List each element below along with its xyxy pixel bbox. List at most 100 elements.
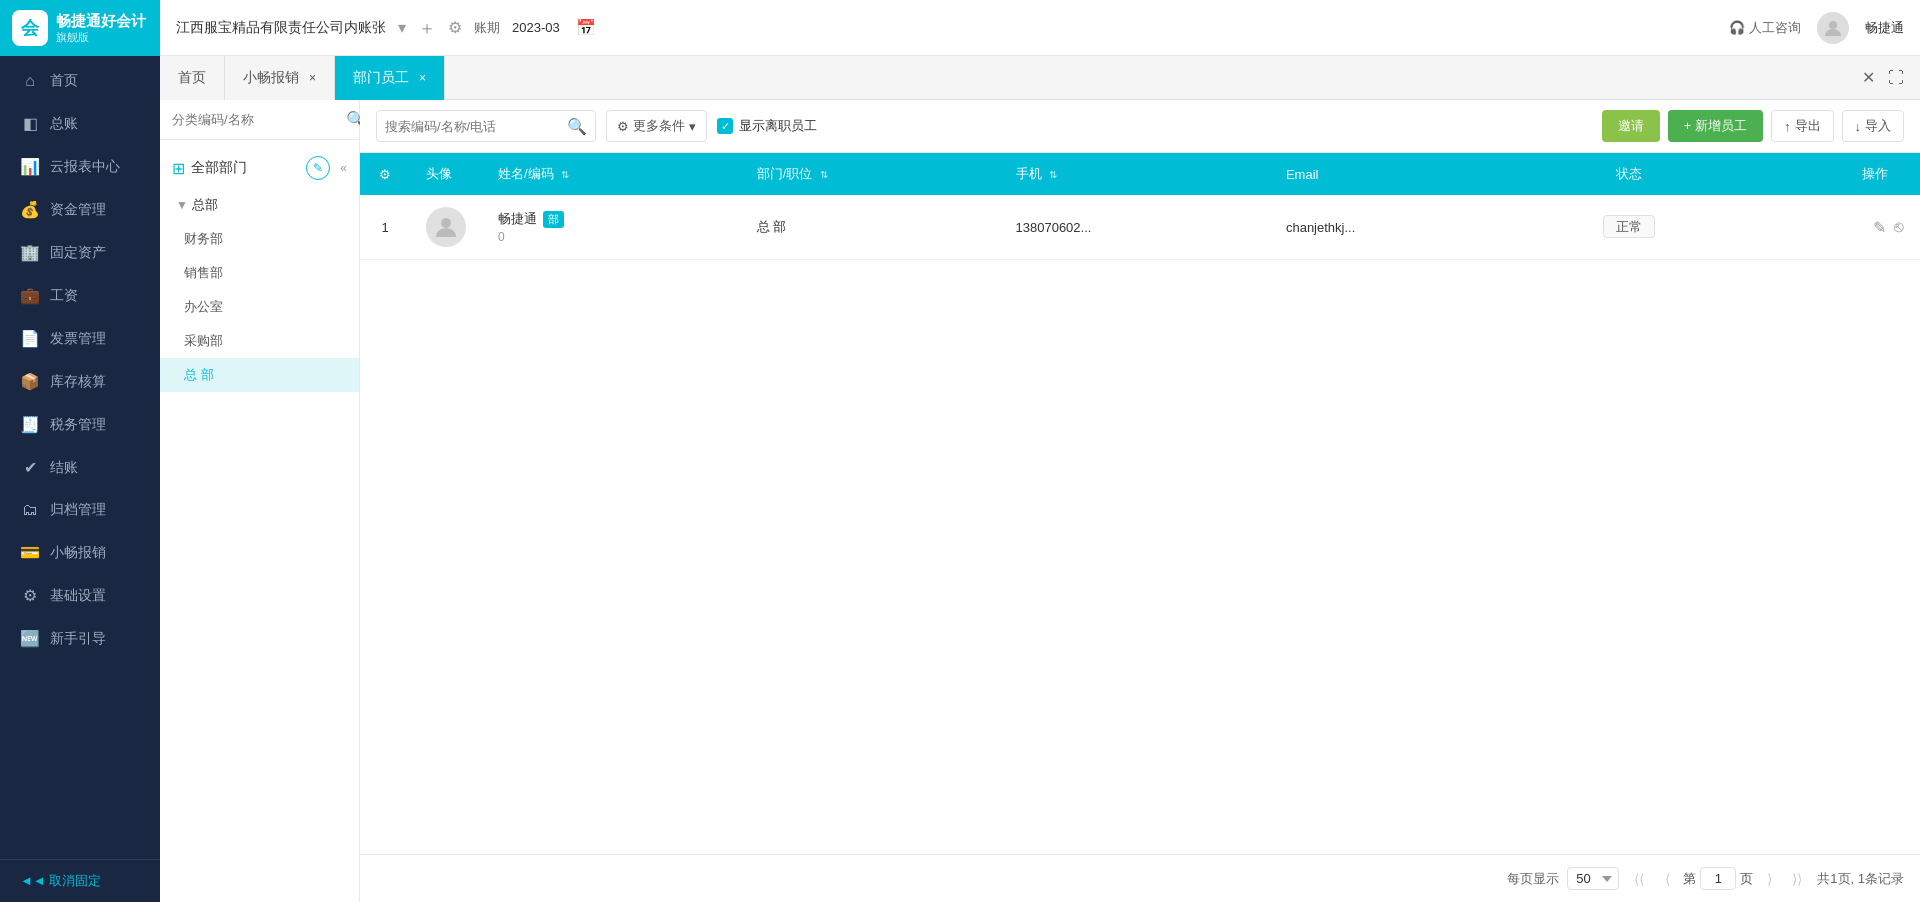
col-phone[interactable]: 手机 ⇅ xyxy=(1000,153,1270,195)
page-label: 页 xyxy=(1740,870,1753,888)
sidebar-item-label: 发票管理 xyxy=(50,330,106,348)
sidebar-unpin-button[interactable]: ◄◄ 取消固定 xyxy=(0,859,160,902)
salary-icon: 💼 xyxy=(20,286,40,305)
home-icon: ⌂ xyxy=(20,72,40,90)
dept-node-general[interactable]: 总 部 xyxy=(160,358,359,392)
tab-employees[interactable]: 部门员工 × xyxy=(335,56,445,100)
sidebar-item-label: 归档管理 xyxy=(50,501,106,519)
sidebar-item-archive[interactable]: 🗂 归档管理 xyxy=(0,489,160,531)
tax-icon: 🧾 xyxy=(20,415,40,434)
sidebar-item-tax[interactable]: 🧾 税务管理 xyxy=(0,403,160,446)
logout-employee-button[interactable]: ⎋ xyxy=(1894,218,1904,237)
sidebar-item-label: 库存核算 xyxy=(50,373,106,391)
dept-node-label: 总部 xyxy=(192,196,218,214)
employee-search-input[interactable] xyxy=(385,119,561,134)
sidebar-item-funds[interactable]: 💰 资金管理 xyxy=(0,188,160,231)
resigned-checkbox[interactable]: ✓ xyxy=(717,118,733,134)
invite-button[interactable]: 邀请 xyxy=(1602,110,1660,142)
dept-edit-button[interactable]: ✎ xyxy=(306,156,330,180)
employee-avatar xyxy=(426,207,466,247)
settings-gear-icon[interactable]: ⚙ xyxy=(448,18,462,37)
checkout-icon: ✔ xyxy=(20,458,40,477)
tab-expense[interactable]: 小畅报销 × xyxy=(225,56,335,100)
tab-home[interactable]: 首页 xyxy=(160,56,225,100)
tab-employees-close-icon[interactable]: × xyxy=(419,71,426,85)
sort-dept-icon: ⇅ xyxy=(820,169,828,180)
sidebar-nav: ⌂ 首页 ◧ 总账 📊 云报表中心 💰 资金管理 🏢 固定资产 💼 工资 📄 发… xyxy=(0,56,160,859)
sidebar-item-salary[interactable]: 💼 工资 xyxy=(0,274,160,317)
calendar-icon[interactable]: 📅 xyxy=(576,18,596,37)
page-size-select[interactable]: 50 10 20 100 xyxy=(1567,867,1619,890)
import-button[interactable]: ↓ 导入 xyxy=(1842,110,1905,142)
sidebar-item-expense[interactable]: 💳 小畅报销 xyxy=(0,531,160,574)
col-settings[interactable]: ⚙ xyxy=(360,153,410,195)
table-row: 1 畅捷通 部 0 xyxy=(360,195,1920,260)
dept-node-label: 财务部 xyxy=(184,230,223,248)
employee-table-container: ⚙ 头像 姓名/编码 ⇅ 部门/职位 ⇅ 手机 xyxy=(360,153,1920,854)
sidebar-item-home[interactable]: ⌂ 首页 xyxy=(0,60,160,102)
export-button[interactable]: ↑ 导出 xyxy=(1771,110,1834,142)
more-filter-button[interactable]: ⚙ 更多条件 ▾ xyxy=(606,110,707,142)
support-button[interactable]: 🎧 人工咨询 xyxy=(1729,19,1801,37)
dept-node-finance[interactable]: 财务部 xyxy=(160,222,359,256)
page-input[interactable] xyxy=(1700,867,1736,890)
support-label: 人工咨询 xyxy=(1749,19,1801,37)
employee-table: ⚙ 头像 姓名/编码 ⇅ 部门/职位 ⇅ 手机 xyxy=(360,153,1920,260)
sidebar-item-reports[interactable]: 📊 云报表中心 xyxy=(0,145,160,188)
dept-node-procurement[interactable]: 采购部 xyxy=(160,324,359,358)
import-icon: ↓ xyxy=(1855,119,1862,134)
show-resigned-toggle[interactable]: ✓ 显示离职员工 xyxy=(717,117,817,135)
last-page-button[interactable]: ⟩⟩ xyxy=(1785,867,1809,891)
row-status-cell: 正常 xyxy=(1524,195,1735,260)
sidebar-item-ledger[interactable]: ◧ 总账 xyxy=(0,102,160,145)
username: 畅捷通 xyxy=(1865,19,1904,37)
expand-arrow-icon: ▼ xyxy=(176,198,188,212)
col-name-code[interactable]: 姓名/编码 ⇅ xyxy=(482,153,741,195)
dept-node-office[interactable]: 办公室 xyxy=(160,290,359,324)
first-page-button[interactable]: ⟨⟨ xyxy=(1627,867,1651,891)
row-action-icons: ✎ ⎋ xyxy=(1751,218,1905,237)
sidebar: 会 畅捷通好会计 旗舰版 ⌂ 首页 ◧ 总账 📊 云报表中心 💰 资金管理 🏢 … xyxy=(0,0,160,902)
edit-employee-button[interactable]: ✎ xyxy=(1873,218,1886,237)
logo-text: 畅捷通好会计 xyxy=(56,12,146,30)
col-phone-label: 手机 xyxy=(1016,166,1042,181)
period-value: 2023-03 xyxy=(512,20,560,35)
sidebar-item-label: 新手引导 xyxy=(50,630,106,648)
close-window-button[interactable]: ✕ xyxy=(1856,66,1880,90)
dept-node-headquarters[interactable]: ▼ 总部 xyxy=(160,188,359,222)
employee-dept-badge: 部 xyxy=(543,211,564,228)
col-dept[interactable]: 部门/职位 ⇅ xyxy=(741,153,1000,195)
show-resigned-label: 显示离职员工 xyxy=(739,117,817,135)
employee-toolbar: 🔍 ⚙ 更多条件 ▾ ✓ 显示离职员工 邀请 + 新增员工 ↑ 导出 xyxy=(360,100,1920,153)
sidebar-item-inventory[interactable]: 📦 库存核算 xyxy=(0,360,160,403)
invoice-icon: 📄 xyxy=(20,329,40,348)
tab-expense-label: 小畅报销 xyxy=(243,69,299,87)
next-page-button[interactable]: ⟩ xyxy=(1757,867,1781,891)
sidebar-item-label: 云报表中心 xyxy=(50,158,120,176)
sidebar-item-checkout[interactable]: ✔ 结账 xyxy=(0,446,160,489)
maximize-window-button[interactable]: ⛶ xyxy=(1884,66,1908,90)
sort-phone-icon: ⇅ xyxy=(1049,169,1057,180)
archive-icon: 🗂 xyxy=(20,501,40,519)
row-index: 1 xyxy=(360,195,410,260)
sidebar-item-guide[interactable]: 🆕 新手引导 xyxy=(0,617,160,660)
page-info: 共1页, 1条记录 xyxy=(1817,870,1904,888)
tab-expense-close-icon[interactable]: × xyxy=(309,71,316,85)
svg-point-1 xyxy=(441,218,451,228)
toolbar-right-actions: 邀请 + 新增员工 ↑ 导出 ↓ 导入 xyxy=(1602,110,1904,142)
all-departments-item[interactable]: ⊞ 全部部门 ✎ « xyxy=(160,148,359,188)
topbar: 江西服宝精品有限责任公司内账张 ▾ ＋ ⚙ 账期 2023-03 📅 🎧 人工咨… xyxy=(160,0,1920,56)
dept-search-input[interactable] xyxy=(172,112,340,127)
sidebar-item-settings[interactable]: ⚙ 基础设置 xyxy=(0,574,160,617)
sidebar-item-invoice[interactable]: 📄 发票管理 xyxy=(0,317,160,360)
employee-search-icon[interactable]: 🔍 xyxy=(567,117,587,136)
guide-icon: 🆕 xyxy=(20,629,40,648)
add-account-button[interactable]: ＋ xyxy=(418,16,436,40)
dept-node-sales[interactable]: 销售部 xyxy=(160,256,359,290)
dept-collapse-icon[interactable]: « xyxy=(340,161,347,175)
company-dropdown-icon[interactable]: ▾ xyxy=(398,18,406,37)
sidebar-item-assets[interactable]: 🏢 固定资产 xyxy=(0,231,160,274)
window-buttons: ✕ ⛶ xyxy=(1856,66,1920,90)
prev-page-button[interactable]: ⟨ xyxy=(1655,867,1679,891)
add-employee-button[interactable]: + 新增员工 xyxy=(1668,110,1763,142)
